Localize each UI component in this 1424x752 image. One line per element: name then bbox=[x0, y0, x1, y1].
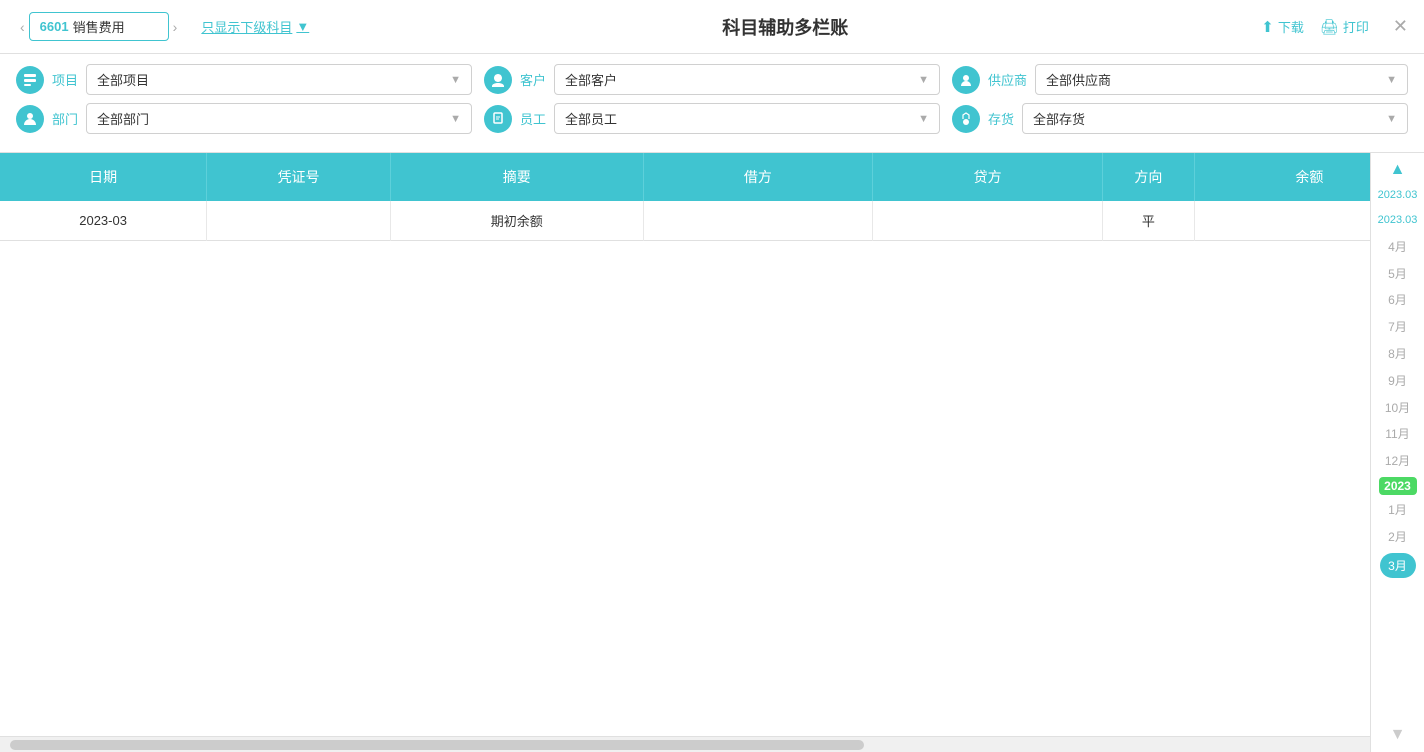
table-area: 日期 凭证号 摘要 借方 贷方 方向 余额 2023-03 bbox=[0, 153, 1424, 752]
horizontal-scrollbar[interactable] bbox=[0, 736, 1424, 752]
project-arrow-icon: ▼ bbox=[450, 74, 461, 86]
show-sub-label: 只显示下级科目 bbox=[201, 17, 292, 36]
supplier-value: 全部供应商 bbox=[1046, 70, 1111, 89]
cell-direction: 平 bbox=[1102, 201, 1194, 241]
timeline-item-9[interactable]: 9月 bbox=[1371, 368, 1424, 395]
scrollbar-thumb[interactable] bbox=[10, 740, 864, 750]
department-arrow-icon: ▼ bbox=[450, 113, 461, 125]
inventory-icon bbox=[952, 105, 980, 133]
col-header-summary: 摘要 bbox=[390, 153, 643, 201]
header: ‹ 6601 销售费用 › 只显示下级科目 ▼ 科目辅助多栏账 ⬆ 下载 🖨 打… bbox=[0, 0, 1424, 54]
timeline-item-2[interactable]: 2月 bbox=[1371, 524, 1424, 551]
timeline-item-2023-03-2[interactable]: 2023.03 bbox=[1371, 208, 1424, 233]
timeline-nav-up[interactable]: ▲ bbox=[1390, 157, 1406, 183]
header-actions: ⬆ 下载 🖨 打印 ✕ bbox=[1261, 16, 1408, 37]
timeline-item-11[interactable]: 11月 bbox=[1371, 421, 1424, 448]
filter-inventory: 存货 全部存货 ▼ bbox=[952, 103, 1408, 134]
filter-area: 项目 全部项目 ▼ 客户 全部客户 ▼ 供应 bbox=[0, 54, 1424, 153]
department-value: 全部部门 bbox=[97, 109, 149, 128]
filter-row-1: 项目 全部项目 ▼ 客户 全部客户 ▼ 供应 bbox=[16, 64, 1408, 95]
customer-select[interactable]: 全部客户 ▼ bbox=[554, 64, 940, 95]
timeline-item-5[interactable]: 5月 bbox=[1371, 261, 1424, 288]
table-header-row: 日期 凭证号 摘要 借方 贷方 方向 余额 bbox=[0, 153, 1424, 201]
timeline-item-8[interactable]: 8月 bbox=[1371, 341, 1424, 368]
timeline-panel: ▲ 2023.03 2023.03 4月 5月 6月 7月 8月 9月 10月 … bbox=[1370, 153, 1424, 752]
download-button[interactable]: ⬆ 下载 bbox=[1261, 17, 1304, 36]
account-name: 销售费用 bbox=[73, 17, 125, 36]
filter-customer: 客户 全部客户 ▼ bbox=[484, 64, 940, 95]
filter-project: 项目 全部项目 ▼ bbox=[16, 64, 472, 95]
supplier-icon bbox=[952, 66, 980, 94]
filter-row-2: 部门 全部部门 ▼ 员工 全部员工 ▼ 存货 bbox=[16, 103, 1408, 134]
col-header-direction: 方向 bbox=[1102, 153, 1194, 201]
employee-label: 员工 bbox=[520, 109, 546, 128]
customer-label: 客户 bbox=[520, 70, 546, 89]
filter-supplier: 供应商 全部供应商 ▼ bbox=[952, 64, 1408, 95]
page-title: 科目辅助多栏账 bbox=[309, 14, 1261, 40]
timeline-item-4[interactable]: 4月 bbox=[1371, 234, 1424, 261]
filter-employee: 员工 全部员工 ▼ bbox=[484, 103, 940, 134]
col-header-date: 日期 bbox=[0, 153, 207, 201]
account-code: 6601 bbox=[40, 19, 69, 34]
customer-icon bbox=[484, 66, 512, 94]
print-label: 打印 bbox=[1343, 17, 1369, 36]
timeline-year-badge[interactable]: 2023 bbox=[1379, 477, 1417, 495]
project-value: 全部项目 bbox=[97, 70, 149, 89]
account-selector[interactable]: 6601 销售费用 bbox=[29, 12, 169, 41]
timeline-item-6[interactable]: 6月 bbox=[1371, 287, 1424, 314]
inventory-select[interactable]: 全部存货 ▼ bbox=[1022, 103, 1408, 134]
show-sub-button[interactable]: 只显示下级科目 ▼ bbox=[201, 17, 309, 36]
cell-credit bbox=[873, 201, 1103, 241]
timeline-item-10[interactable]: 10月 bbox=[1371, 395, 1424, 422]
nav-prev-button[interactable]: ‹ bbox=[16, 17, 29, 37]
cell-voucher bbox=[207, 201, 391, 241]
download-icon: ⬆ bbox=[1261, 18, 1274, 36]
department-icon bbox=[16, 105, 44, 133]
supplier-select[interactable]: 全部供应商 ▼ bbox=[1035, 64, 1408, 95]
inventory-arrow-icon: ▼ bbox=[1386, 113, 1397, 125]
employee-icon bbox=[484, 105, 512, 133]
cell-debit bbox=[643, 201, 873, 241]
inventory-value: 全部存货 bbox=[1033, 109, 1085, 128]
timeline-item-3-selected[interactable]: 3月 bbox=[1380, 553, 1416, 578]
show-sub-dropdown-icon: ▼ bbox=[296, 19, 309, 34]
project-label: 项目 bbox=[52, 70, 78, 89]
timeline-item-1[interactable]: 1月 bbox=[1371, 497, 1424, 524]
department-select[interactable]: 全部部门 ▼ bbox=[86, 103, 472, 134]
customer-arrow-icon: ▼ bbox=[918, 74, 929, 86]
inventory-label: 存货 bbox=[988, 109, 1014, 128]
print-icon: 🖨 bbox=[1320, 18, 1339, 36]
timeline-item-12[interactable]: 12月 bbox=[1371, 448, 1424, 475]
employee-select[interactable]: 全部员工 ▼ bbox=[554, 103, 940, 134]
employee-arrow-icon: ▼ bbox=[918, 113, 929, 125]
timeline-item-7[interactable]: 7月 bbox=[1371, 314, 1424, 341]
timeline-item-2023-03-1[interactable]: 2023.03 bbox=[1371, 183, 1424, 208]
employee-value: 全部员工 bbox=[565, 109, 617, 128]
cell-summary: 期初余额 bbox=[390, 201, 643, 241]
filter-department: 部门 全部部门 ▼ bbox=[16, 103, 472, 134]
download-label: 下载 bbox=[1278, 17, 1304, 36]
project-icon bbox=[16, 66, 44, 94]
supplier-arrow-icon: ▼ bbox=[1386, 74, 1397, 86]
supplier-label: 供应商 bbox=[988, 70, 1027, 89]
nav-next-button[interactable]: › bbox=[169, 17, 182, 37]
table-row: 2023-03 期初余额 平 bbox=[0, 201, 1424, 241]
department-label: 部门 bbox=[52, 109, 78, 128]
customer-value: 全部客户 bbox=[565, 70, 617, 89]
cell-date: 2023-03 bbox=[0, 201, 207, 241]
main-table: 日期 凭证号 摘要 借方 贷方 方向 余额 2023-03 bbox=[0, 153, 1424, 241]
table-container: 日期 凭证号 摘要 借方 贷方 方向 余额 2023-03 bbox=[0, 153, 1424, 736]
col-header-credit: 贷方 bbox=[873, 153, 1103, 201]
close-button[interactable]: ✕ bbox=[1393, 16, 1408, 37]
col-header-debit: 借方 bbox=[643, 153, 873, 201]
project-select[interactable]: 全部项目 ▼ bbox=[86, 64, 472, 95]
timeline-nav-down[interactable]: ▼ bbox=[1390, 722, 1406, 748]
col-header-voucher: 凭证号 bbox=[207, 153, 391, 201]
print-button[interactable]: 🖨 打印 bbox=[1320, 17, 1369, 36]
